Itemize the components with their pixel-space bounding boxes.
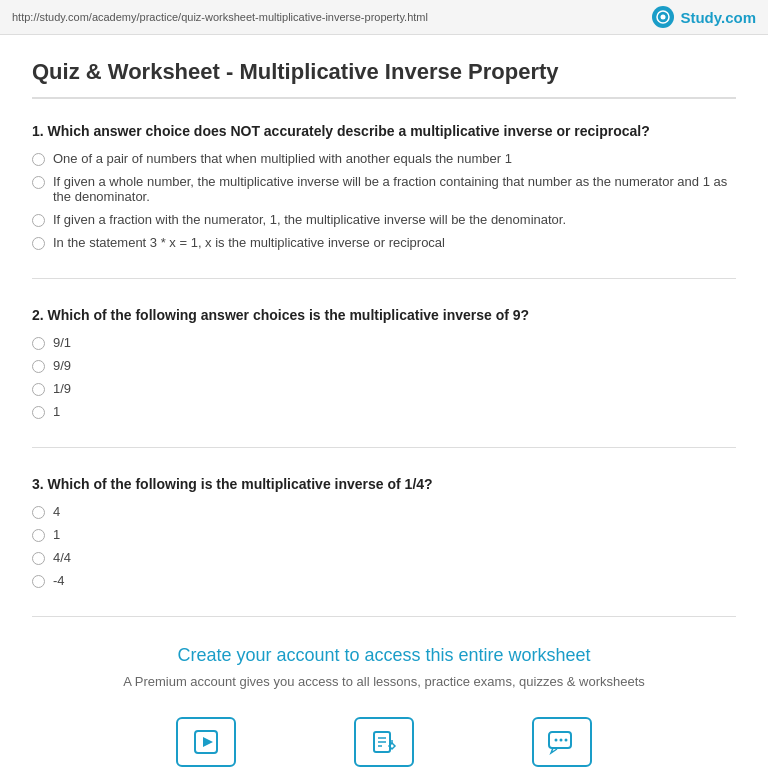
option-2-3[interactable]: 1/9	[32, 381, 736, 396]
questions-container: 1. Which answer choice does NOT accurate…	[32, 123, 736, 588]
option-label: 4	[53, 504, 60, 519]
question-1: 1. Which answer choice does NOT accurate…	[32, 123, 736, 250]
radio-button[interactable]	[32, 214, 45, 227]
url-bar: http://study.com/academy/practice/quiz-w…	[12, 11, 428, 23]
option-2-4[interactable]: 1	[32, 404, 736, 419]
question-1-text: 1. Which answer choice does NOT accurate…	[32, 123, 736, 139]
svg-point-1	[661, 15, 666, 20]
radio-button[interactable]	[32, 360, 45, 373]
question-3-text: 3. Which of the following is the multipl…	[32, 476, 736, 492]
radio-button[interactable]	[32, 506, 45, 519]
radio-button[interactable]	[32, 237, 45, 250]
top-bar: http://study.com/academy/practice/quiz-w…	[0, 0, 768, 35]
question-3-options: 4 1 4/4 -4	[32, 504, 736, 588]
option-label: If given a fraction with the numerator, …	[53, 212, 566, 227]
option-label: -4	[53, 573, 65, 588]
feature-icon-play	[176, 717, 236, 767]
cta-section: Create your account to access this entir…	[32, 616, 736, 777]
option-label: 1	[53, 527, 60, 542]
main-content: Quiz & Worksheet - Multiplicative Invers…	[0, 35, 768, 777]
study-logo-icon	[652, 6, 674, 28]
option-2-1[interactable]: 9/1	[32, 335, 736, 350]
option-3-2[interactable]: 1	[32, 527, 736, 542]
logo-area: Study.com	[652, 6, 756, 28]
option-1-2[interactable]: If given a whole number, the multiplicat…	[32, 174, 736, 204]
option-1-1[interactable]: One of a pair of numbers that when multi…	[32, 151, 736, 166]
option-label: In the statement 3 * x = 1, x is the mul…	[53, 235, 445, 250]
page-title: Quiz & Worksheet - Multiplicative Invers…	[32, 59, 736, 99]
radio-button[interactable]	[32, 383, 45, 396]
feature-icon-chat	[532, 717, 592, 767]
option-2-2[interactable]: 9/9	[32, 358, 736, 373]
option-3-4[interactable]: -4	[32, 573, 736, 588]
option-label: One of a pair of numbers that when multi…	[53, 151, 512, 166]
feature-item-2: Quizzes, practice exams & worksheets	[319, 717, 449, 777]
features-row: Access to all video lessons Quizzes, pra…	[52, 717, 716, 777]
option-label: 9/9	[53, 358, 71, 373]
radio-button[interactable]	[32, 337, 45, 350]
svg-point-10	[555, 739, 558, 742]
cta-title[interactable]: Create your account to access this entir…	[52, 645, 716, 666]
feature-item-3: Access to experts for homework questions	[497, 717, 627, 777]
radio-button[interactable]	[32, 153, 45, 166]
radio-button[interactable]	[32, 552, 45, 565]
option-label: If given a whole number, the multiplicat…	[53, 174, 736, 204]
question-3: 3. Which of the following is the multipl…	[32, 476, 736, 588]
section-divider	[32, 447, 736, 448]
option-label: 1/9	[53, 381, 71, 396]
radio-button[interactable]	[32, 176, 45, 189]
svg-point-12	[565, 739, 568, 742]
radio-button[interactable]	[32, 406, 45, 419]
option-label: 9/1	[53, 335, 71, 350]
section-divider	[32, 278, 736, 279]
question-1-options: One of a pair of numbers that when multi…	[32, 151, 736, 250]
cta-subtitle: A Premium account gives you access to al…	[52, 674, 716, 689]
feature-icon-quiz	[354, 717, 414, 767]
option-label: 1	[53, 404, 60, 419]
question-2: 2. Which of the following answer choices…	[32, 307, 736, 419]
radio-button[interactable]	[32, 575, 45, 588]
option-3-1[interactable]: 4	[32, 504, 736, 519]
svg-marker-3	[203, 737, 213, 747]
radio-button[interactable]	[32, 529, 45, 542]
svg-point-11	[560, 739, 563, 742]
logo-text: Study.com	[680, 9, 756, 26]
feature-item-1: Access to all video lessons	[141, 717, 271, 777]
option-label: 4/4	[53, 550, 71, 565]
option-1-4[interactable]: In the statement 3 * x = 1, x is the mul…	[32, 235, 736, 250]
option-1-3[interactable]: If given a fraction with the numerator, …	[32, 212, 736, 227]
question-2-text: 2. Which of the following answer choices…	[32, 307, 736, 323]
question-2-options: 9/1 9/9 1/9 1	[32, 335, 736, 419]
option-3-3[interactable]: 4/4	[32, 550, 736, 565]
